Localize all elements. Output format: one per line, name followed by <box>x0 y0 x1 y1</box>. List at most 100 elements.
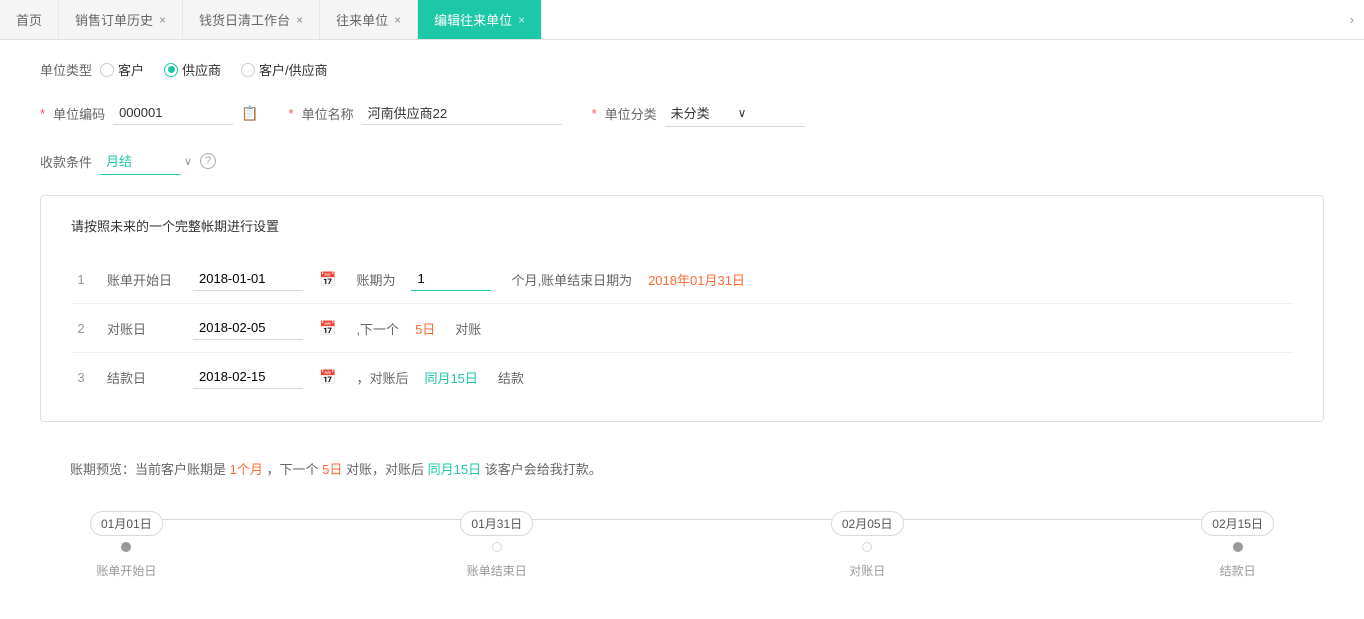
unit-category-value: 未分类 <box>671 103 732 122</box>
payment-row: 3 结款日 📅 ，对账后 同月15日 结款 <box>71 353 1293 401</box>
tab-home[interactable]: 首页 <box>0 0 59 39</box>
tab-home-label: 首页 <box>16 10 42 29</box>
payment-terms-label: 收款条件 <box>40 152 92 171</box>
radio-both-circle <box>241 63 255 77</box>
unit-code-icon[interactable]: 📋 <box>241 105 258 122</box>
unit-category-arrow-icon: ∨ <box>738 106 799 120</box>
unit-type-radio-group: 客户 供应商 客户/供应商 <box>100 60 328 79</box>
tab-partner[interactable]: 往来单位 × <box>320 0 418 39</box>
preview-part3: 5日 <box>322 462 342 477</box>
unit-code-field: * 单位编码 📋 <box>40 101 259 125</box>
tab-scroll-arrow[interactable]: › <box>1340 0 1364 39</box>
row2-prefix: ,下一个 <box>356 319 399 338</box>
row3-label: 结款日 <box>107 368 177 387</box>
billing-start-row: 1 账单开始日 📅 账期为 个月,账单结束日期为 2018年01月31日 <box>71 255 1293 304</box>
timeline-label-1: 账单开始日 <box>96 562 156 579</box>
unit-detail-row: * 单位编码 📋 * 单位名称 * 单位分类 未分类 ∨ <box>40 99 1324 127</box>
chevron-right-icon: › <box>1350 12 1354 27</box>
timeline-label-2: 账单结束日 <box>467 562 527 579</box>
timeline-label-3: 对账日 <box>849 562 885 579</box>
preview-part5: 同月15日 <box>428 462 481 477</box>
unit-category-label: 单位分类 <box>605 104 657 123</box>
tab-edit-partner-label: 编辑往来单位 <box>434 10 512 29</box>
unit-type-label: 单位类型 <box>40 60 92 79</box>
radio-supplier-label: 供应商 <box>182 60 221 79</box>
preview-section: 账期预览：当前客户账期是 1个月 ，下一个 5日 对账，对账后 同月15日 该客… <box>40 442 1324 599</box>
payment-terms-value: 月结 <box>100 147 180 175</box>
tab-partner-close[interactable]: × <box>394 13 401 27</box>
row1-calendar-icon[interactable]: 📅 <box>319 271 336 288</box>
payment-terms-field: 收款条件 月结 ∨ ? <box>40 147 216 175</box>
tab-partner-label: 往来单位 <box>336 10 388 29</box>
row1-number: 1 <box>71 272 91 287</box>
payment-terms-dropdown-icon: ∨ <box>184 155 192 168</box>
timeline-point-4: 02月15日 结款日 <box>1201 511 1274 579</box>
timeline-point-2: 01月31日 账单结束日 <box>460 511 533 579</box>
row3-date-input[interactable] <box>193 365 303 389</box>
unit-code-input[interactable] <box>113 101 233 125</box>
row2-date-input[interactable] <box>193 316 303 340</box>
row1-label: 账单开始日 <box>107 270 177 289</box>
timeline-point-3: 02月05日 对账日 <box>831 511 904 579</box>
timeline-dot-3 <box>862 542 872 552</box>
radio-customer[interactable]: 客户 <box>100 60 144 79</box>
unit-type-field: 单位类型 客户 供应商 客户/供应商 <box>40 60 328 79</box>
unit-type-row: 单位类型 客户 供应商 客户/供应商 <box>40 60 1324 79</box>
unit-name-label: 单位名称 <box>302 104 354 123</box>
row2-highlight: 5日 <box>415 319 435 338</box>
row2-label: 对账日 <box>107 319 177 338</box>
tab-cash-work-close[interactable]: × <box>296 13 303 27</box>
timeline-date-2: 01月31日 <box>460 511 533 536</box>
tab-sales-history-label: 销售订单历史 <box>75 10 153 29</box>
section-title: 请按照未来的一个完整帐期进行设置 <box>71 216 1293 235</box>
unit-name-field: * 单位名称 <box>289 101 562 125</box>
row1-end-date: 2018年01月31日 <box>648 270 745 289</box>
unit-code-label: 单位编码 <box>53 104 105 123</box>
radio-both[interactable]: 客户/供应商 <box>241 60 328 79</box>
tab-edit-partner-close[interactable]: × <box>518 13 525 27</box>
preview-part6: 该客户会给我打款。 <box>485 462 602 477</box>
timeline-dot-2 <box>492 542 502 552</box>
billing-period-section: 请按照未来的一个完整帐期进行设置 1 账单开始日 📅 账期为 个月,账单结束日期… <box>40 195 1324 422</box>
preview-part4: 对账，对账后 <box>346 462 424 477</box>
row2-number: 2 <box>71 321 91 336</box>
preview-part2: ，下一个 <box>267 462 319 477</box>
timeline-date-1: 01月01日 <box>90 511 163 536</box>
unit-category-required: * <box>592 106 597 121</box>
radio-both-label: 客户/供应商 <box>259 60 328 79</box>
radio-supplier-circle <box>164 63 178 77</box>
timeline-date-3: 02月05日 <box>831 511 904 536</box>
row3-highlight: 同月15日 <box>424 368 477 387</box>
timeline: 01月01日 账单开始日 01月31日 账单结束日 02月05日 对账日 02月… <box>70 501 1294 579</box>
timeline-label-4: 结款日 <box>1220 562 1256 579</box>
row3-calendar-icon[interactable]: 📅 <box>319 369 336 386</box>
tab-bar: 首页 销售订单历史 × 钱货日清工作台 × 往来单位 × 编辑往来单位 × › <box>0 0 1364 40</box>
unit-code-required: * <box>40 106 45 121</box>
row1-period-input[interactable] <box>411 267 491 291</box>
preview-label: 账期预览：当前客户账期是 <box>70 462 226 477</box>
help-icon[interactable]: ? <box>200 153 216 169</box>
radio-customer-label: 客户 <box>118 60 144 79</box>
row2-suffix: 对账 <box>455 319 481 338</box>
tab-sales-history[interactable]: 销售订单历史 × <box>59 0 183 39</box>
tab-cash-work[interactable]: 钱货日清工作台 × <box>183 0 320 39</box>
unit-name-required: * <box>289 106 294 121</box>
main-content: 单位类型 客户 供应商 客户/供应商 * 单位编码 <box>0 40 1364 619</box>
row1-date-input[interactable] <box>193 267 303 291</box>
timeline-dot-1 <box>121 542 131 552</box>
timeline-date-4: 02月15日 <box>1201 511 1274 536</box>
radio-supplier[interactable]: 供应商 <box>164 60 221 79</box>
tab-cash-work-label: 钱货日清工作台 <box>199 10 290 29</box>
row3-suffix: 结款 <box>498 368 524 387</box>
radio-customer-circle <box>100 63 114 77</box>
unit-category-select[interactable]: 未分类 ∨ <box>665 99 805 127</box>
preview-part1: 1个月 <box>230 462 263 477</box>
tab-edit-partner[interactable]: 编辑往来单位 × <box>418 0 542 39</box>
row3-number: 3 <box>71 370 91 385</box>
reconcile-row: 2 对账日 📅 ,下一个 5日 对账 <box>71 304 1293 353</box>
unit-name-input[interactable] <box>362 101 562 125</box>
preview-text: 账期预览：当前客户账期是 1个月 ，下一个 5日 对账，对账后 同月15日 该客… <box>70 458 1294 481</box>
tab-sales-history-close[interactable]: × <box>159 13 166 27</box>
row2-calendar-icon[interactable]: 📅 <box>319 320 336 337</box>
payment-terms-select[interactable]: 月结 ∨ <box>100 147 192 175</box>
